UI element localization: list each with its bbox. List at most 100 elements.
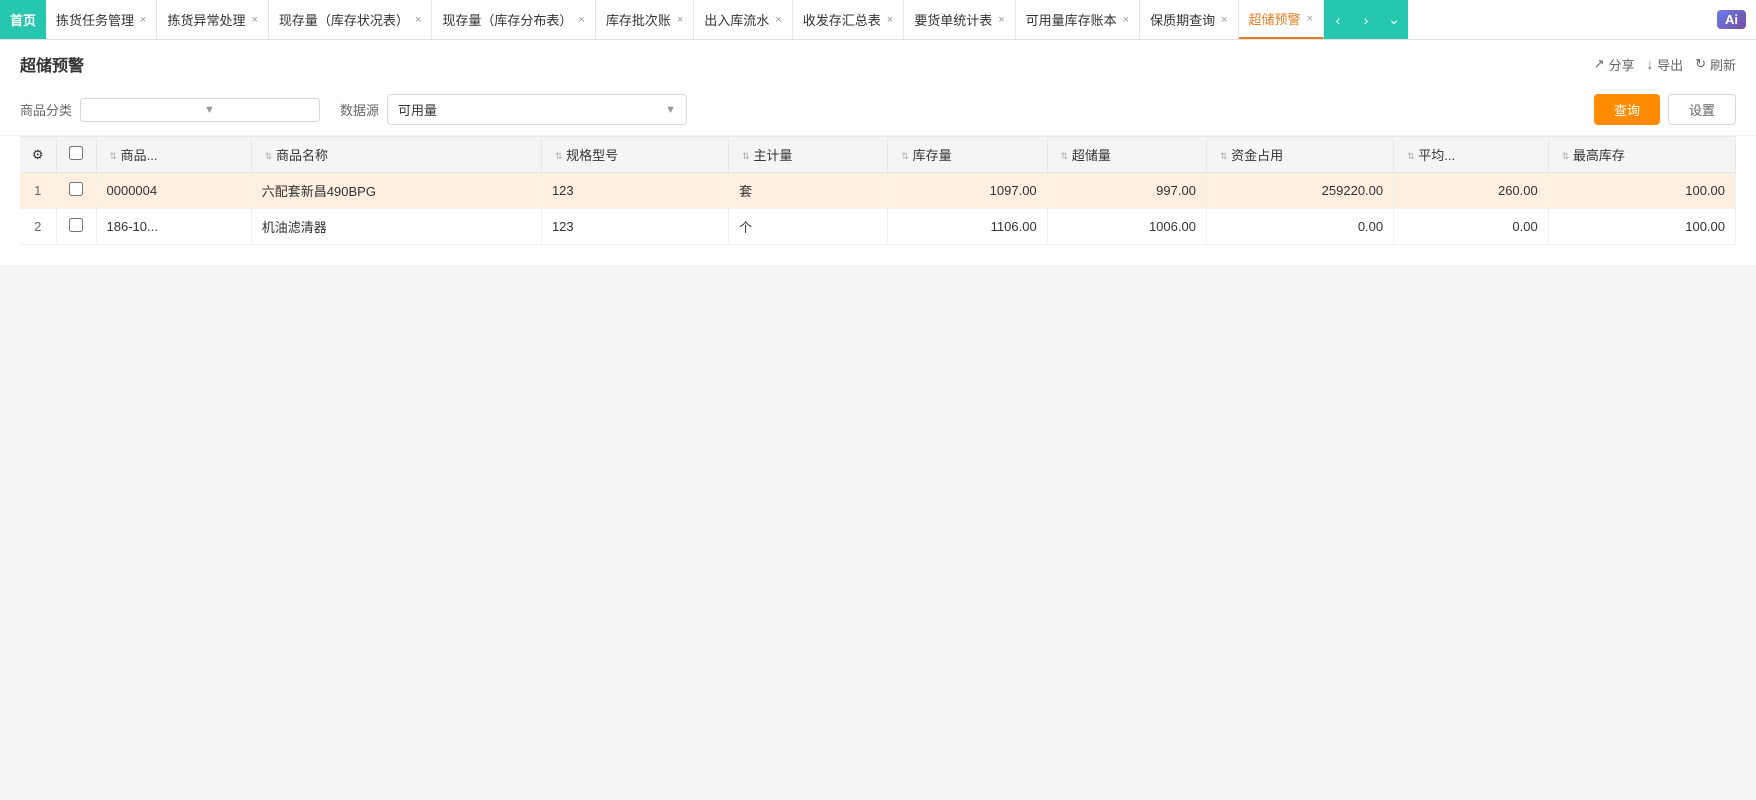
col-spec-header[interactable]: ⇅ 规格型号 (541, 137, 728, 173)
header-actions: ↗ 分享 ↓ 导出 ↻ 刷新 (1594, 55, 1736, 74)
tab-7-label: 收发存汇总表 (803, 10, 881, 29)
tab-8-close[interactable]: × (998, 14, 1004, 26)
col-unit-label: 主计量 (753, 148, 792, 163)
col-product-name-header[interactable]: ⇅ 商品名称 (251, 137, 541, 173)
col-max-label: 最高库存 (1573, 148, 1625, 163)
col-unit-header[interactable]: ⇅ 主计量 (729, 137, 888, 173)
tab-1-close[interactable]: × (140, 14, 146, 26)
nav-home[interactable]: 首页 (0, 0, 46, 39)
tab-6-close[interactable]: × (775, 14, 781, 26)
export-button[interactable]: ↓ 导出 (1647, 55, 1684, 74)
nav-next-arrow[interactable]: › (1352, 0, 1380, 40)
tab-7[interactable]: 收发存汇总表 × (793, 0, 904, 39)
tab-7-close[interactable]: × (887, 14, 893, 26)
page-title: 超储预警 (20, 52, 84, 76)
table-row: 2 186-10... 机油滤清器 123 个 1106.00 1006.00 … (20, 209, 1736, 245)
refresh-label: 刷新 (1710, 55, 1736, 74)
select-all-checkbox[interactable] (69, 146, 83, 160)
home-label: 首页 (10, 10, 36, 29)
row-checkbox-cell[interactable] (56, 173, 96, 209)
tab-10[interactable]: 保质期查询 × (1140, 0, 1238, 39)
tab-3[interactable]: 现存量（库存状况表） × (269, 0, 432, 39)
row-checkbox-0[interactable] (69, 182, 83, 196)
row-settings-cell: 1 (20, 173, 56, 209)
tab-1[interactable]: 拣货任务管理 × (46, 0, 157, 39)
tab-10-close[interactable]: × (1221, 14, 1227, 26)
page-header: 超储预警 ↗ 分享 ↓ 导出 ↻ 刷新 (0, 40, 1756, 84)
col-settings[interactable]: ⚙ (20, 137, 56, 173)
tab-5-close[interactable]: × (677, 14, 683, 26)
tab-10-label: 保质期查询 (1150, 10, 1215, 29)
tab-9[interactable]: 可用量库存账本 × (1016, 0, 1140, 39)
row-capital: 259220.00 (1206, 173, 1393, 209)
category-filter-group: 商品分类 ▼ (20, 98, 320, 122)
col-stock-label: 库存量 (913, 148, 952, 163)
col-stock-header[interactable]: ⇅ 库存量 (888, 137, 1047, 173)
tab-3-label: 现存量（库存状况表） (279, 10, 409, 29)
row-overflow: 997.00 (1047, 173, 1206, 209)
sort-icon-7: ⇅ (1220, 151, 1228, 161)
tab-4-close[interactable]: × (578, 14, 584, 26)
col-avg-header[interactable]: ⇅ 平均... (1394, 137, 1549, 173)
tab-11[interactable]: 超储预警 × (1239, 0, 1324, 39)
refresh-button[interactable]: ↻ 刷新 (1695, 55, 1736, 74)
row-product-code: 0000004 (96, 173, 251, 209)
category-select[interactable]: ▼ (80, 98, 320, 122)
tab-11-close[interactable]: × (1307, 13, 1313, 25)
tab-8[interactable]: 要货单统计表 × (904, 0, 1015, 39)
datasource-label: 数据源 (340, 100, 379, 119)
col-checkbox-header[interactable] (56, 137, 96, 173)
tab-2-label: 拣货异常处理 (167, 10, 245, 29)
refresh-icon: ↻ (1695, 56, 1706, 72)
row-max-stock: 100.00 (1548, 209, 1735, 245)
tab-2[interactable]: 拣货异常处理 × (157, 0, 268, 39)
tab-6[interactable]: 出入库流水 × (694, 0, 792, 39)
row-settings-cell: 2 (20, 209, 56, 245)
row-product-name: 机油滤清器 (251, 209, 541, 245)
table-row: 1 0000004 六配套新昌490BPG 123 套 1097.00 997.… (20, 173, 1736, 209)
row-checkbox-1[interactable] (69, 218, 83, 232)
nav-menu-arrow[interactable]: ⌄ (1380, 0, 1408, 40)
sort-icon-2: ⇅ (265, 151, 273, 161)
row-avg: 260.00 (1394, 173, 1549, 209)
tab-9-close[interactable]: × (1123, 14, 1129, 26)
tab-11-label: 超储预警 (1249, 9, 1301, 28)
category-arrow-icon: ▼ (204, 104, 309, 116)
row-spec: 123 (541, 209, 728, 245)
sort-icon-5: ⇅ (901, 151, 909, 161)
col-overflow-label: 超储量 (1072, 148, 1111, 163)
datasource-filter-group: 数据源 可用量 ▼ (340, 94, 687, 125)
share-icon: ↗ (1594, 56, 1605, 72)
sort-icon-8: ⇅ (1407, 151, 1415, 161)
col-overflow-header[interactable]: ⇅ 超储量 (1047, 137, 1206, 173)
datasource-select[interactable]: 可用量 ▼ (387, 94, 687, 125)
filter-bar: 商品分类 ▼ 数据源 可用量 ▼ 查询 设置 (0, 84, 1756, 136)
nav-arrows: ‹ › ⌄ (1324, 0, 1408, 40)
col-product-code-header[interactable]: ⇅ 商品... (96, 137, 251, 173)
row-checkbox-cell[interactable] (56, 209, 96, 245)
tab-1-label: 拣货任务管理 (56, 10, 134, 29)
table-container: ⚙ ⇅ 商品... ⇅ 商品名称 ⇅ 规格型号 ⇅ (0, 136, 1756, 265)
tab-2-close[interactable]: × (251, 14, 257, 26)
share-button[interactable]: ↗ 分享 (1594, 55, 1635, 74)
query-button[interactable]: 查询 (1594, 94, 1660, 125)
tab-4[interactable]: 现存量（库存分布表） × (432, 0, 595, 39)
col-capital-label: 资金占用 (1231, 148, 1283, 163)
col-capital-header[interactable]: ⇅ 资金占用 (1206, 137, 1393, 173)
tab-3-close[interactable]: × (415, 14, 421, 26)
nav-prev-arrow[interactable]: ‹ (1324, 0, 1352, 40)
row-stock: 1097.00 (888, 173, 1047, 209)
table-header-row: ⚙ ⇅ 商品... ⇅ 商品名称 ⇅ 规格型号 ⇅ (20, 137, 1736, 173)
tab-6-label: 出入库流水 (704, 10, 769, 29)
ai-badge[interactable]: Ai (1717, 10, 1746, 29)
share-label: 分享 (1609, 55, 1635, 74)
row-avg: 0.00 (1394, 209, 1549, 245)
row-overflow: 1006.00 (1047, 209, 1206, 245)
export-icon: ↓ (1647, 57, 1654, 72)
settings-button[interactable]: 设置 (1668, 94, 1736, 125)
row-capital: 0.00 (1206, 209, 1393, 245)
col-max-header[interactable]: ⇅ 最高库存 (1548, 137, 1735, 173)
tab-5[interactable]: 库存批次账 × (596, 0, 694, 39)
tab-9-label: 可用量库存账本 (1026, 10, 1117, 29)
row-spec: 123 (541, 173, 728, 209)
